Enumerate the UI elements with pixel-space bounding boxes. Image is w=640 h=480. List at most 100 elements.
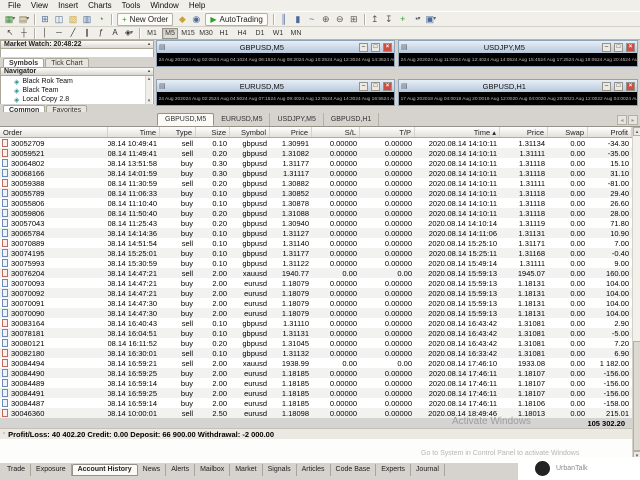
navigator-button[interactable]: ▧ [66,13,80,26]
history-row-30065784[interactable]: 30065784 2020.08.14 14:14:36 buy 0.10 gbpusd… [0,228,632,238]
candlestick-chart-button[interactable]: ▮ [291,13,305,26]
maximize-icon[interactable]: □ [371,42,380,52]
chart-tabs-scroll-left-icon[interactable]: ◂ [617,115,627,125]
terminal-tab-news[interactable]: News [138,463,167,476]
history-row-30074195[interactable]: 30074195 2020.08.14 15:25:01 buy 0.10 gbpusd… [0,248,632,258]
scroll-down-icon[interactable]: ▾ [148,98,151,104]
bar-chart-button[interactable]: ║ [277,13,291,26]
chart-tab-gbpusd-h1[interactable]: GBPUSD,H1 [324,113,380,126]
indicators-button[interactable]: + [396,13,410,26]
navigator-item-black-rok-team[interactable]: ◈ Black Rok Team [1,77,153,86]
history-row-30084487[interactable]: 30084487 2020.08.14 16:59:14 buy 2.00 eurusd… [0,398,632,408]
menu-item-help[interactable]: Help [184,1,210,10]
minimize-icon[interactable]: – [359,81,368,91]
arrows-button[interactable]: ◈ ▾ [122,28,136,39]
timeframe-button-m15[interactable]: M15 [180,28,196,39]
history-row-30070093[interactable]: 30070093 2020.08.14 14:47:21 buy 2.00 eurusd… [0,278,632,288]
column-header-symbol[interactable]: Symbol [230,127,270,137]
timeframe-button-mn[interactable]: MN [288,28,304,39]
zoom-out-button[interactable]: ⊖ [333,13,347,26]
history-row-30070092[interactable]: 30070092 2020.08.14 14:47:21 buy 2.00 eurusd… [0,288,632,298]
terminal-tab-market[interactable]: Market [230,463,263,476]
chart-tab-gbpusd-m5[interactable]: GBPUSD,M5 [157,113,215,126]
terminal-tab-experts[interactable]: Experts [376,463,411,476]
navigator-scrollbar[interactable]: ▴ ▾ [145,76,152,104]
history-row-30055806[interactable]: 30055806 2020.08.14 11:10:40 buy 0.10 gbpusd… [0,198,632,208]
navigator-item-black-team[interactable]: ◈ Black Team [1,86,153,95]
terminal-tab-code-base[interactable]: Code Base [331,463,377,476]
chart-area[interactable]: 24 Aug 2020 24 Aug 02:25 24 Aug 04:50 24 Au… [157,92,394,105]
minimize-icon[interactable]: – [359,42,368,52]
close-icon[interactable]: × [626,42,635,52]
terminal-tab-articles[interactable]: Articles [297,463,331,476]
vertical-line-button[interactable]: │ [38,28,52,39]
strategy-tester-button[interactable]: ◔ [94,13,108,26]
close-icon[interactable]: × [383,42,392,52]
terminal-tab-mailbox[interactable]: Mailbox [195,463,231,476]
column-header-type[interactable]: Type [160,127,196,137]
history-row-30064802[interactable]: 30064802 2020.08.14 13:51:58 buy 0.30 gbpusd… [0,158,632,168]
history-row-30082180[interactable]: 30082180 2020.08.14 16:30:01 sell 0.10 gbpus… [0,348,632,358]
menu-item-charts[interactable]: Charts [83,1,117,10]
data-window-button[interactable]: ◫ [52,13,66,26]
pin-icon[interactable]: ▪ [148,42,150,48]
text-button[interactable]: A [108,28,122,39]
periods-dropdown[interactable]: ◔ ▾ [410,13,424,26]
profiles-button[interactable]: ▤ ▾ [17,13,31,26]
period-down-button[interactable]: ↧ [382,13,396,26]
timeframe-button-h4[interactable]: H4 [234,28,250,39]
history-row-30052709[interactable]: 30052709 2020.08.14 10:49:41 sell 0.10 gbpus… [0,138,632,148]
chart-tab-usdjpy-m5[interactable]: USDJPY,M5 [270,113,324,126]
chart-area[interactable]: 17 Aug 2020 18 Aug 04:00 18 Aug 20:00 19 Au… [399,92,637,105]
history-row-30075993[interactable]: 30075993 2020.08.14 15:30:59 buy 0.10 gbpusd… [0,258,632,268]
fibonacci-button[interactable]: ƒ [94,28,108,39]
chart-titlebar[interactable]: ▤ EURUSD,M5 – □ × [157,80,394,92]
scroll-up-icon[interactable]: ▴ [148,76,151,82]
timeframe-button-w1[interactable]: W1 [270,28,286,39]
zoom-in-button[interactable]: ⊕ [319,13,333,26]
history-row-30084489[interactable]: 30084489 2020.08.14 16:59:14 buy 2.00 eurusd… [0,378,632,388]
history-row-30059388[interactable]: 30059388 2020.08.14 11:30:59 sell 0.20 gbpus… [0,178,632,188]
column-header-s-l[interactable]: S/L [312,127,360,137]
column-header-price[interactable]: Price [500,127,548,137]
history-row-30084490[interactable]: 30084490 2020.08.14 16:59:25 buy 2.00 eurusd… [0,368,632,378]
column-header-order[interactable]: Order [0,127,108,137]
history-row-30046360[interactable]: 30046360 2020.08.14 10:00:01 sell 2.50 eurus… [0,408,632,418]
minimize-icon[interactable]: – [602,42,611,52]
history-row-30059806[interactable]: 30059806 2020.08.14 11:50:40 buy 0.20 gbpusd… [0,208,632,218]
history-row-30084491[interactable]: 30084491 2020.08.14 16:59:25 buy 2.00 eurusd… [0,388,632,398]
close-icon[interactable]: × [626,81,635,91]
metaeditor-button[interactable]: ◆ [175,13,189,26]
history-row-30078181[interactable]: 30078181 2020.08.14 16:04:51 buy 0.10 gbpusd… [0,328,632,338]
horizontal-line-button[interactable]: ─ [52,28,66,39]
terminal-tab-trade[interactable]: Trade [2,463,32,476]
history-row-30076204[interactable]: 30076204 2020.08.14 14:47:21 sell 2.00 xauus… [0,268,632,278]
navigator-titlebar[interactable]: Navigator ▪ [0,67,154,76]
terminal-tab-exposure[interactable]: Exposure [31,463,72,476]
timeframe-button-h1[interactable]: H1 [216,28,232,39]
new-chart-button[interactable]: ▦ ▾ [3,13,17,26]
column-header-time[interactable]: Time ▴ [415,127,500,137]
templates-dropdown[interactable]: ▣ ▾ [424,13,438,26]
chart-area[interactable]: 24 Aug 2020 24 Aug 11:00 24 Aug 12:40 24 Au… [399,53,637,66]
scrollbar-thumb[interactable] [633,341,640,451]
history-row-30070090[interactable]: 30070090 2020.08.14 14:47:30 buy 2.00 eurusd… [0,308,632,318]
channel-button[interactable]: ∥ [80,28,94,39]
column-header-size[interactable]: Size [196,127,230,137]
menu-item-tools[interactable]: Tools [117,1,146,10]
column-header-swap[interactable]: Swap [548,127,588,137]
menu-item-insert[interactable]: Insert [53,1,83,10]
maximize-icon[interactable]: □ [614,81,623,91]
history-row-30055789[interactable]: 30055789 2020.08.14 11:06:33 buy 0.10 gbpusd… [0,188,632,198]
market-watch-tab-tick-chart[interactable]: Tick Chart [45,58,89,67]
period-up-button[interactable]: ↥ [368,13,382,26]
history-row-30057043[interactable]: 30057043 2020.08.14 11:25:43 buy 0.20 gbpusd… [0,218,632,228]
tile-windows-button[interactable]: ⊞ [347,13,361,26]
terminal-tab-account-history[interactable]: Account History [71,463,138,476]
timeframe-button-d1[interactable]: D1 [252,28,268,39]
navigator-item-local-copy-2-8[interactable]: ◈ Local Copy 2.8 [1,95,153,104]
chart-tabs-scroll-right-icon[interactable]: ▸ [628,115,638,125]
new-order-button[interactable]: + New Order [117,12,174,26]
chart-titlebar[interactable]: ▤ GBPUSD,M5 – □ × [157,41,394,53]
chart-tab-eurusd-m5[interactable]: EURUSD,M5 [214,113,271,126]
